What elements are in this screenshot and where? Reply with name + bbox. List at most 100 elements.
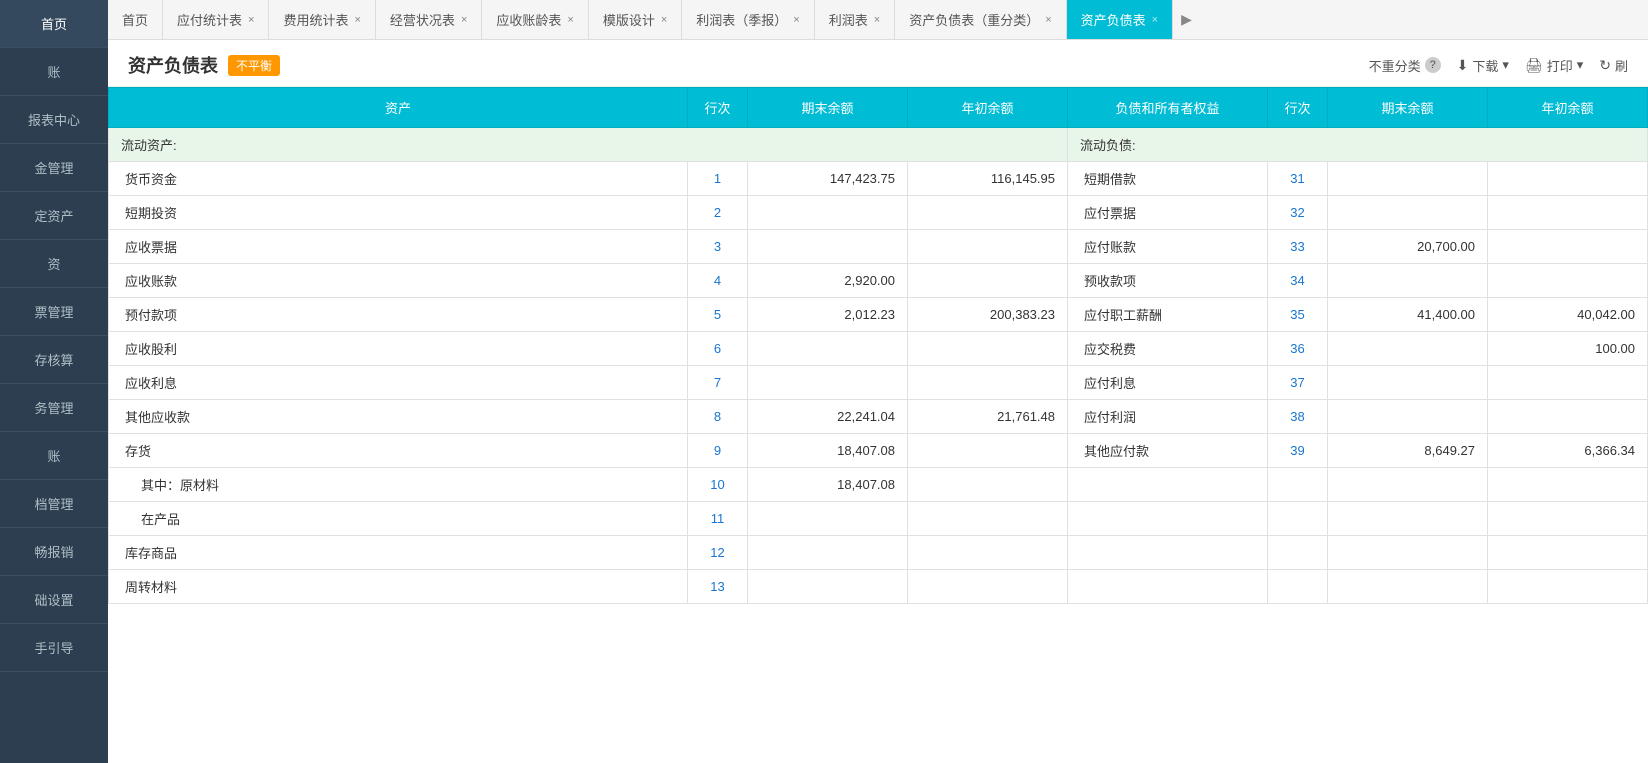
right-end-balance	[1328, 536, 1488, 570]
tab-profit-quarterly[interactable]: 利润表（季报） ×	[682, 0, 814, 40]
tab-close-balance-reclassify[interactable]: ×	[1045, 14, 1051, 26]
sidebar-item-ledger[interactable]: 账	[0, 432, 108, 480]
left-row-num: 3	[688, 230, 748, 264]
help-icon[interactable]: ?	[1425, 57, 1441, 73]
left-item-name: 其他应收款	[109, 400, 688, 434]
sidebar-item-home[interactable]: 首页	[0, 0, 108, 48]
left-end-balance	[748, 366, 908, 400]
right-item-name	[1068, 468, 1268, 502]
left-row-num: 8	[688, 400, 748, 434]
print-chevron-icon: ▾	[1577, 57, 1584, 73]
tab-close-balance-sheet[interactable]: ×	[1152, 14, 1158, 26]
sidebar-item-archive[interactable]: 档管理	[0, 480, 108, 528]
tab-bar: 首页 应付统计表 × 费用统计表 × 经营状况表 × 应收账龄表 × 模版设计 …	[108, 0, 1648, 40]
sidebar-item-assets[interactable]: 资	[0, 240, 108, 288]
right-row-num	[1268, 502, 1328, 536]
right-end-balance: 20,700.00	[1328, 230, 1488, 264]
tab-profit[interactable]: 利润表 ×	[815, 0, 895, 40]
tab-expense-stats[interactable]: 费用统计表 ×	[269, 0, 375, 40]
right-row-num: 33	[1268, 230, 1328, 264]
col-liability-equity: 负债和所有者权益	[1068, 88, 1268, 128]
table-row: 存货 9 18,407.08 其他应付款 39 8,649.27 6,366.3…	[109, 434, 1648, 468]
right-row-num: 34	[1268, 264, 1328, 298]
page-title-area: 资产负债表 不平衡	[128, 52, 280, 78]
table-row: 其他应收款 8 22,241.04 21,761.48 应付利润 38	[109, 400, 1648, 434]
left-year-start	[908, 264, 1068, 298]
right-end-balance	[1328, 502, 1488, 536]
right-row-num: 32	[1268, 196, 1328, 230]
sidebar-item-expense[interactable]: 畅报销	[0, 528, 108, 576]
tab-payable-stats[interactable]: 应付统计表 ×	[163, 0, 269, 40]
table-row: 应收利息 7 应付利息 37	[109, 366, 1648, 400]
sidebar-item-tax-mgmt[interactable]: 务管理	[0, 384, 108, 432]
sidebar-item-inventory[interactable]: 存核算	[0, 336, 108, 384]
left-end-balance: 18,407.08	[748, 468, 908, 502]
left-row-num: 13	[688, 570, 748, 604]
sidebar-item-fund-mgmt[interactable]: 金管理	[0, 144, 108, 192]
sidebar-item-ticket-mgmt[interactable]: 票管理	[0, 288, 108, 336]
left-year-start: 21,761.48	[908, 400, 1068, 434]
sidebar-item-settings[interactable]: 础设置	[0, 576, 108, 624]
content-header: 资产负债表 不平衡 不重分类 ? ⬇ 下载 ▾ 🖨 打印 ▾ ↻ 刷	[108, 40, 1648, 87]
tab-receivable-aging[interactable]: 应收账龄表 ×	[482, 0, 588, 40]
tab-balance-reclassify[interactable]: 资产负债表（重分类） ×	[895, 0, 1066, 40]
refresh-button[interactable]: ↻ 刷	[1599, 56, 1628, 75]
left-item-name: 货币资金	[109, 162, 688, 196]
left-row-num: 4	[688, 264, 748, 298]
left-row-num: 6	[688, 332, 748, 366]
download-button[interactable]: ⬇ 下载 ▾	[1457, 56, 1509, 75]
no-reclassify-button[interactable]: 不重分类 ?	[1369, 56, 1441, 75]
sidebar-item-report-center[interactable]: 报表中心	[0, 96, 108, 144]
tab-close-business-status[interactable]: ×	[461, 14, 467, 26]
left-row-num: 7	[688, 366, 748, 400]
left-section-label: 流动资产:	[109, 128, 1068, 162]
main-content: 首页 应付统计表 × 费用统计表 × 经营状况表 × 应收账龄表 × 模版设计 …	[108, 0, 1648, 763]
tab-scroll-right[interactable]: ▶	[1173, 0, 1200, 40]
tab-business-status[interactable]: 经营状况表 ×	[376, 0, 482, 40]
tab-close-template-design[interactable]: ×	[661, 14, 667, 26]
left-item-name: 应收账款	[109, 264, 688, 298]
right-item-name: 预收款项	[1068, 264, 1268, 298]
left-year-start	[908, 502, 1068, 536]
tab-close-profit-quarterly[interactable]: ×	[793, 14, 799, 26]
right-year-start	[1488, 400, 1648, 434]
print-button[interactable]: 🖨 打印 ▾	[1525, 56, 1583, 75]
print-icon: 🖨	[1525, 57, 1543, 74]
right-item-name: 应交税费	[1068, 332, 1268, 366]
left-row-num: 5	[688, 298, 748, 332]
left-year-start	[908, 230, 1068, 264]
left-item-name: 应收票据	[109, 230, 688, 264]
left-end-balance	[748, 536, 908, 570]
left-end-balance: 147,423.75	[748, 162, 908, 196]
left-year-start	[908, 366, 1068, 400]
right-row-num	[1268, 570, 1328, 604]
tab-close-profit[interactable]: ×	[874, 14, 880, 26]
table-row: 应收股利 6 应交税费 36 100.00	[109, 332, 1648, 366]
right-item-name: 应付票据	[1068, 196, 1268, 230]
sidebar-item-account[interactable]: 账	[0, 48, 108, 96]
left-item-name: 应收利息	[109, 366, 688, 400]
right-item-name: 应付利润	[1068, 400, 1268, 434]
right-end-balance	[1328, 400, 1488, 434]
header-actions: 不重分类 ? ⬇ 下载 ▾ 🖨 打印 ▾ ↻ 刷	[1369, 56, 1628, 75]
right-year-start	[1488, 468, 1648, 502]
right-row-num: 35	[1268, 298, 1328, 332]
tab-template-design[interactable]: 模版设计 ×	[589, 0, 682, 40]
col-asset: 资产	[109, 88, 688, 128]
left-row-num: 11	[688, 502, 748, 536]
sidebar-item-fixed-assets[interactable]: 定资产	[0, 192, 108, 240]
left-end-balance	[748, 332, 908, 366]
right-year-start: 40,042.00	[1488, 298, 1648, 332]
tab-home[interactable]: 首页	[108, 0, 163, 40]
tab-balance-sheet[interactable]: 资产负债表 ×	[1067, 0, 1173, 40]
tab-close-receivable-aging[interactable]: ×	[567, 14, 573, 26]
sidebar-item-guide[interactable]: 手引导	[0, 624, 108, 672]
unbalanced-badge: 不平衡	[228, 55, 280, 76]
tab-close-expense-stats[interactable]: ×	[354, 14, 360, 26]
right-section-label: 流动负债:	[1068, 128, 1648, 162]
right-year-start	[1488, 264, 1648, 298]
tab-close-payable-stats[interactable]: ×	[248, 14, 254, 26]
table-row: 周转材料 13	[109, 570, 1648, 604]
right-item-name: 应付账款	[1068, 230, 1268, 264]
right-year-start: 100.00	[1488, 332, 1648, 366]
